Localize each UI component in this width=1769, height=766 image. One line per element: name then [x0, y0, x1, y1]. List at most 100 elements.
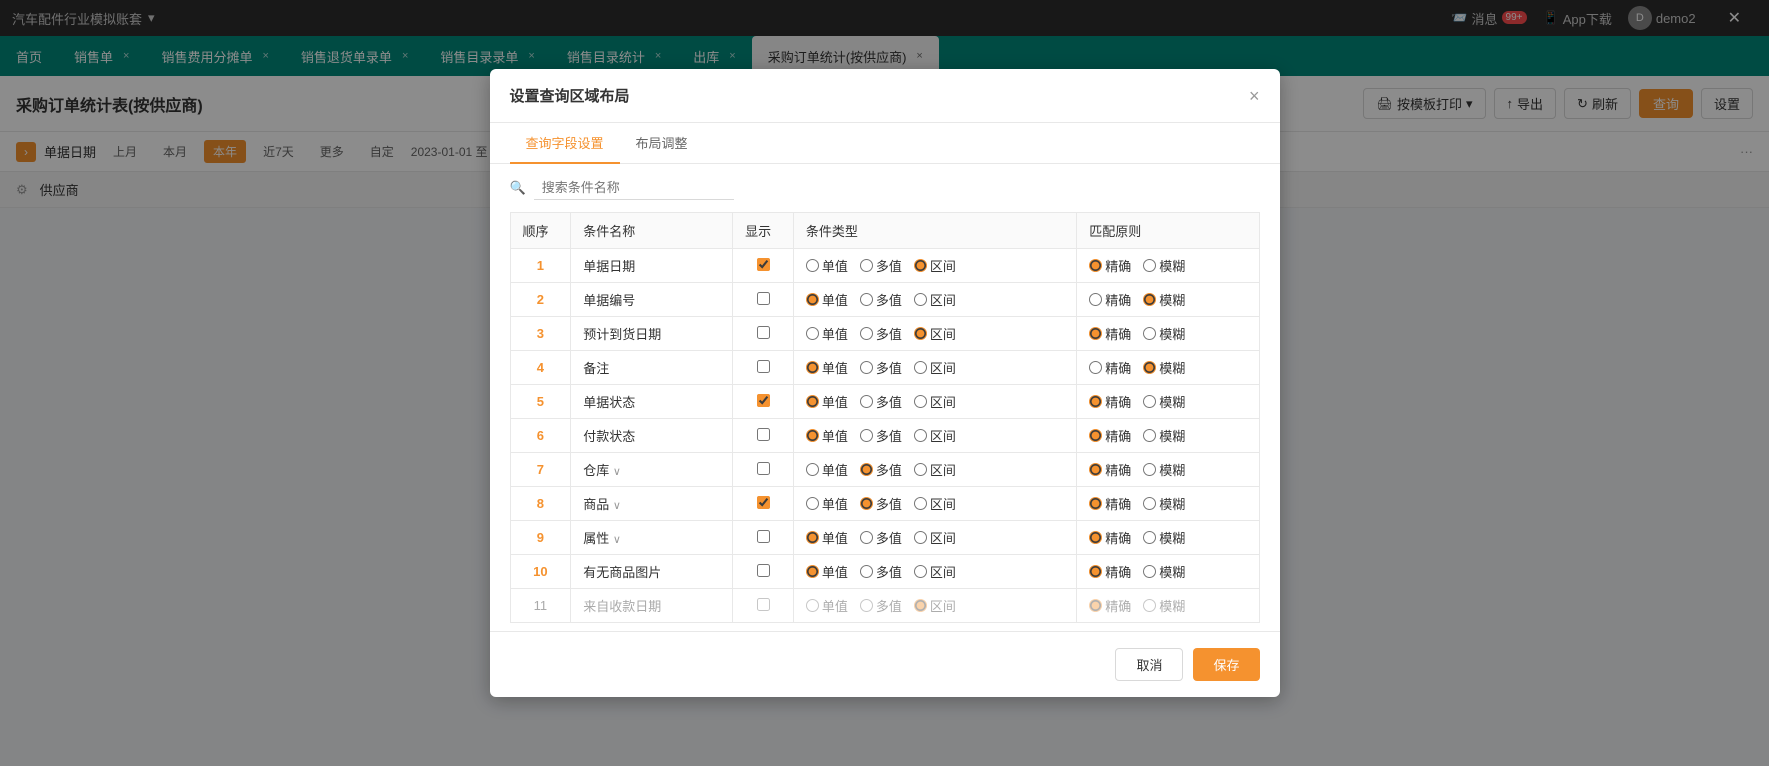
dialog-tabs: 查询字段设置 布局调整 [490, 123, 1280, 164]
dropdown-icon[interactable]: ∨ [613, 500, 621, 512]
row-type-cell: 单值多值区间 [793, 555, 1076, 589]
display-checkbox[interactable] [757, 598, 770, 611]
display-checkbox[interactable] [757, 462, 770, 475]
row-match-cell: 精确模糊 [1077, 419, 1259, 453]
match-radio-fuzzy[interactable]: 模糊 [1143, 426, 1185, 445]
type-radio-multi[interactable]: 多值 [860, 392, 902, 411]
type-radio-range[interactable]: 区间 [914, 426, 956, 445]
row-seq: 2 [510, 283, 571, 317]
display-checkbox[interactable] [757, 326, 770, 339]
match-radio-exact[interactable]: 精确 [1089, 256, 1131, 275]
match-radio-exact[interactable]: 精确 [1089, 290, 1131, 309]
row-display-cell [733, 283, 794, 317]
display-checkbox[interactable] [757, 530, 770, 543]
row-match-cell: 精确模糊 [1077, 317, 1259, 351]
col-header-display: 显示 [733, 213, 794, 249]
display-checkbox[interactable] [757, 394, 770, 407]
match-radio-exact[interactable]: 精确 [1089, 528, 1131, 547]
match-radio-exact[interactable]: 精确 [1089, 460, 1131, 479]
row-display-cell [733, 419, 794, 453]
match-radio-fuzzy[interactable]: 模糊 [1143, 494, 1185, 513]
type-radio-range[interactable]: 区间 [914, 392, 956, 411]
row-condition-name: 来自收款日期 [571, 589, 733, 623]
match-radio-exact[interactable]: 精确 [1089, 324, 1131, 343]
tab-query-fields[interactable]: 查询字段设置 [510, 123, 620, 164]
match-radio-fuzzy[interactable]: 模糊 [1143, 358, 1185, 377]
row-seq: 9 [510, 521, 571, 555]
type-radio-single[interactable]: 单值 [806, 392, 848, 411]
match-radio-fuzzy[interactable]: 模糊 [1143, 392, 1185, 411]
display-checkbox[interactable] [757, 258, 770, 271]
match-radio-exact[interactable]: 精确 [1089, 392, 1131, 411]
col-header-seq: 顺序 [510, 213, 571, 249]
type-radio-multi[interactable]: 多值 [860, 528, 902, 547]
type-radio-single[interactable]: 单值 [806, 290, 848, 309]
type-radio-single[interactable]: 单值 [806, 562, 848, 581]
dialog-footer: 取消 保存 [490, 631, 1280, 697]
type-radio-single[interactable]: 单值 [806, 528, 848, 547]
dropdown-icon[interactable]: ∨ [613, 466, 621, 478]
match-radio-exact[interactable]: 精确 [1089, 358, 1131, 377]
table-row: 7仓库 ∨单值多值区间精确模糊 [510, 453, 1259, 487]
type-radio-multi[interactable]: 多值 [860, 494, 902, 513]
type-radio-multi[interactable]: 多值 [860, 256, 902, 275]
type-radio-single[interactable]: 单值 [806, 460, 848, 479]
match-radio-fuzzy[interactable]: 模糊 [1143, 562, 1185, 581]
dialog-header: 设置查询区域布局 × [490, 69, 1280, 123]
settings-table: 顺序 条件名称 显示 条件类型 匹配原则 1单据日期单值多值区间精确模糊2单据编… [510, 212, 1260, 623]
display-checkbox[interactable] [757, 360, 770, 373]
type-radio-range[interactable]: 区间 [914, 494, 956, 513]
type-radio-single[interactable]: 单值 [806, 256, 848, 275]
row-type-cell: 单值多值区间 [793, 453, 1076, 487]
match-radio-fuzzy[interactable]: 模糊 [1143, 290, 1185, 309]
type-radio-single[interactable]: 单值 [806, 494, 848, 513]
save-button[interactable]: 保存 [1193, 648, 1259, 681]
table-row: 2单据编号单值多值区间精确模糊 [510, 283, 1259, 317]
type-radio-multi[interactable]: 多值 [860, 596, 902, 615]
type-radio-multi[interactable]: 多值 [860, 426, 902, 445]
col-header-name: 条件名称 [571, 213, 733, 249]
type-radio-range[interactable]: 区间 [914, 324, 956, 343]
row-display-cell [733, 385, 794, 419]
match-radio-exact[interactable]: 精确 [1089, 426, 1131, 445]
display-checkbox[interactable] [757, 496, 770, 509]
type-radio-range[interactable]: 区间 [914, 358, 956, 377]
match-radio-fuzzy[interactable]: 模糊 [1143, 528, 1185, 547]
match-radio-fuzzy[interactable]: 模糊 [1143, 324, 1185, 343]
type-radio-single[interactable]: 单值 [806, 426, 848, 445]
row-condition-name: 有无商品图片 [571, 555, 733, 589]
type-radio-single[interactable]: 单值 [806, 358, 848, 377]
type-radio-single[interactable]: 单值 [806, 596, 848, 615]
dropdown-icon[interactable]: ∨ [613, 534, 621, 546]
display-checkbox[interactable] [757, 292, 770, 305]
type-radio-multi[interactable]: 多值 [860, 324, 902, 343]
type-radio-multi[interactable]: 多值 [860, 562, 902, 581]
match-radio-exact[interactable]: 精确 [1089, 596, 1131, 615]
type-radio-range[interactable]: 区间 [914, 460, 956, 479]
type-radio-single[interactable]: 单值 [806, 324, 848, 343]
match-radio-fuzzy[interactable]: 模糊 [1143, 460, 1185, 479]
type-radio-range[interactable]: 区间 [914, 596, 956, 615]
display-checkbox[interactable] [757, 564, 770, 577]
settings-dialog: 设置查询区域布局 × 查询字段设置 布局调整 🔍 顺序 条件名称 [490, 69, 1280, 697]
match-radio-exact[interactable]: 精确 [1089, 562, 1131, 581]
type-radio-range[interactable]: 区间 [914, 528, 956, 547]
dialog-close-button[interactable]: × [1249, 87, 1260, 105]
type-radio-range[interactable]: 区间 [914, 256, 956, 275]
type-radio-range[interactable]: 区间 [914, 290, 956, 309]
display-checkbox[interactable] [757, 428, 770, 441]
tab-layout-adjust[interactable]: 布局调整 [620, 123, 704, 164]
type-radio-multi[interactable]: 多值 [860, 358, 902, 377]
match-radio-fuzzy[interactable]: 模糊 [1143, 596, 1185, 615]
match-radio-fuzzy[interactable]: 模糊 [1143, 256, 1185, 275]
type-radio-multi[interactable]: 多值 [860, 460, 902, 479]
type-radio-range[interactable]: 区间 [914, 562, 956, 581]
cancel-button[interactable]: 取消 [1115, 648, 1183, 681]
row-display-cell [733, 487, 794, 521]
type-radio-multi[interactable]: 多值 [860, 290, 902, 309]
search-input[interactable] [534, 176, 734, 200]
match-radio-exact[interactable]: 精确 [1089, 494, 1131, 513]
row-type-cell: 单值多值区间 [793, 385, 1076, 419]
row-display-cell [733, 351, 794, 385]
row-type-cell: 单值多值区间 [793, 589, 1076, 623]
